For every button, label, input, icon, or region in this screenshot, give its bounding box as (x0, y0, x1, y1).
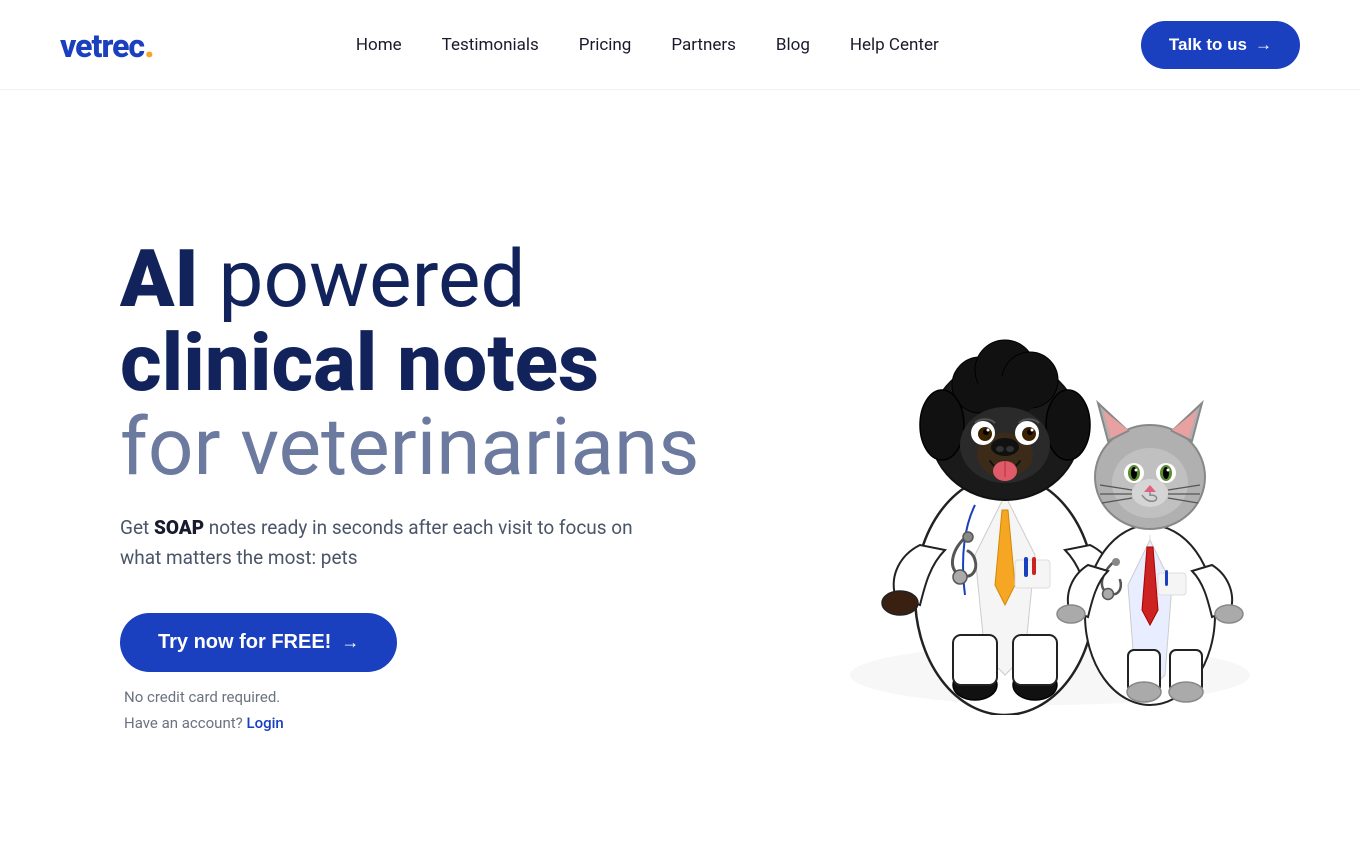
nav-item-pricing[interactable]: Pricing (579, 35, 632, 55)
hero-heading: AI powered clinical notes for veterinari… (120, 237, 720, 489)
logo[interactable]: vetrec. (60, 27, 154, 63)
nav-item-home[interactable]: Home (356, 35, 402, 55)
hero-subtext-soap: SOAP (154, 516, 204, 539)
nav-item-testimonials[interactable]: Testimonials (442, 35, 539, 55)
nav-item-partners[interactable]: Partners (671, 35, 736, 55)
hero-subtext-prefix: Get (120, 516, 154, 539)
login-link[interactable]: Login (246, 714, 283, 732)
hero-content: AI powered clinical notes for veterinari… (120, 237, 720, 733)
hero-heading-clinical-notes: clinical notes (120, 316, 599, 410)
nav-item-help-center[interactable]: Help Center (850, 35, 939, 55)
hero-section: AI powered clinical notes for veterinari… (0, 90, 1360, 859)
have-account-label: Have an account? (124, 714, 243, 732)
hero-illustration-container (800, 255, 1300, 715)
logo-dot: . (144, 24, 154, 66)
have-account-text: Have an account? Login (124, 714, 720, 732)
pets-doctor-illustration (820, 255, 1280, 715)
logo-rec: rec (101, 27, 144, 65)
try-now-label: Try now for FREE! (158, 631, 331, 654)
hero-heading-powered: powered (199, 232, 526, 326)
no-credit-card-text: No credit card required. (124, 688, 720, 706)
hero-subtext: Get SOAP notes ready in seconds after ea… (120, 513, 670, 574)
site-header: vetrec. Home Testimonials Pricing Partne… (0, 0, 1360, 90)
try-now-arrow-icon: → (341, 632, 359, 653)
nav-item-blog[interactable]: Blog (776, 35, 810, 55)
hero-heading-for-vets: for veterinarians (120, 400, 699, 494)
logo-vet: vet (60, 27, 101, 65)
main-nav: Home Testimonials Pricing Partners Blog … (356, 35, 939, 55)
talk-to-us-label: Talk to us (1169, 35, 1247, 55)
try-now-button[interactable]: Try now for FREE! → (120, 613, 397, 672)
talk-to-us-button[interactable]: Talk to us → (1141, 21, 1300, 69)
hero-illustration (820, 255, 1280, 715)
talk-to-us-arrow-icon: → (1255, 35, 1272, 55)
hero-heading-ai: AI (120, 232, 199, 326)
